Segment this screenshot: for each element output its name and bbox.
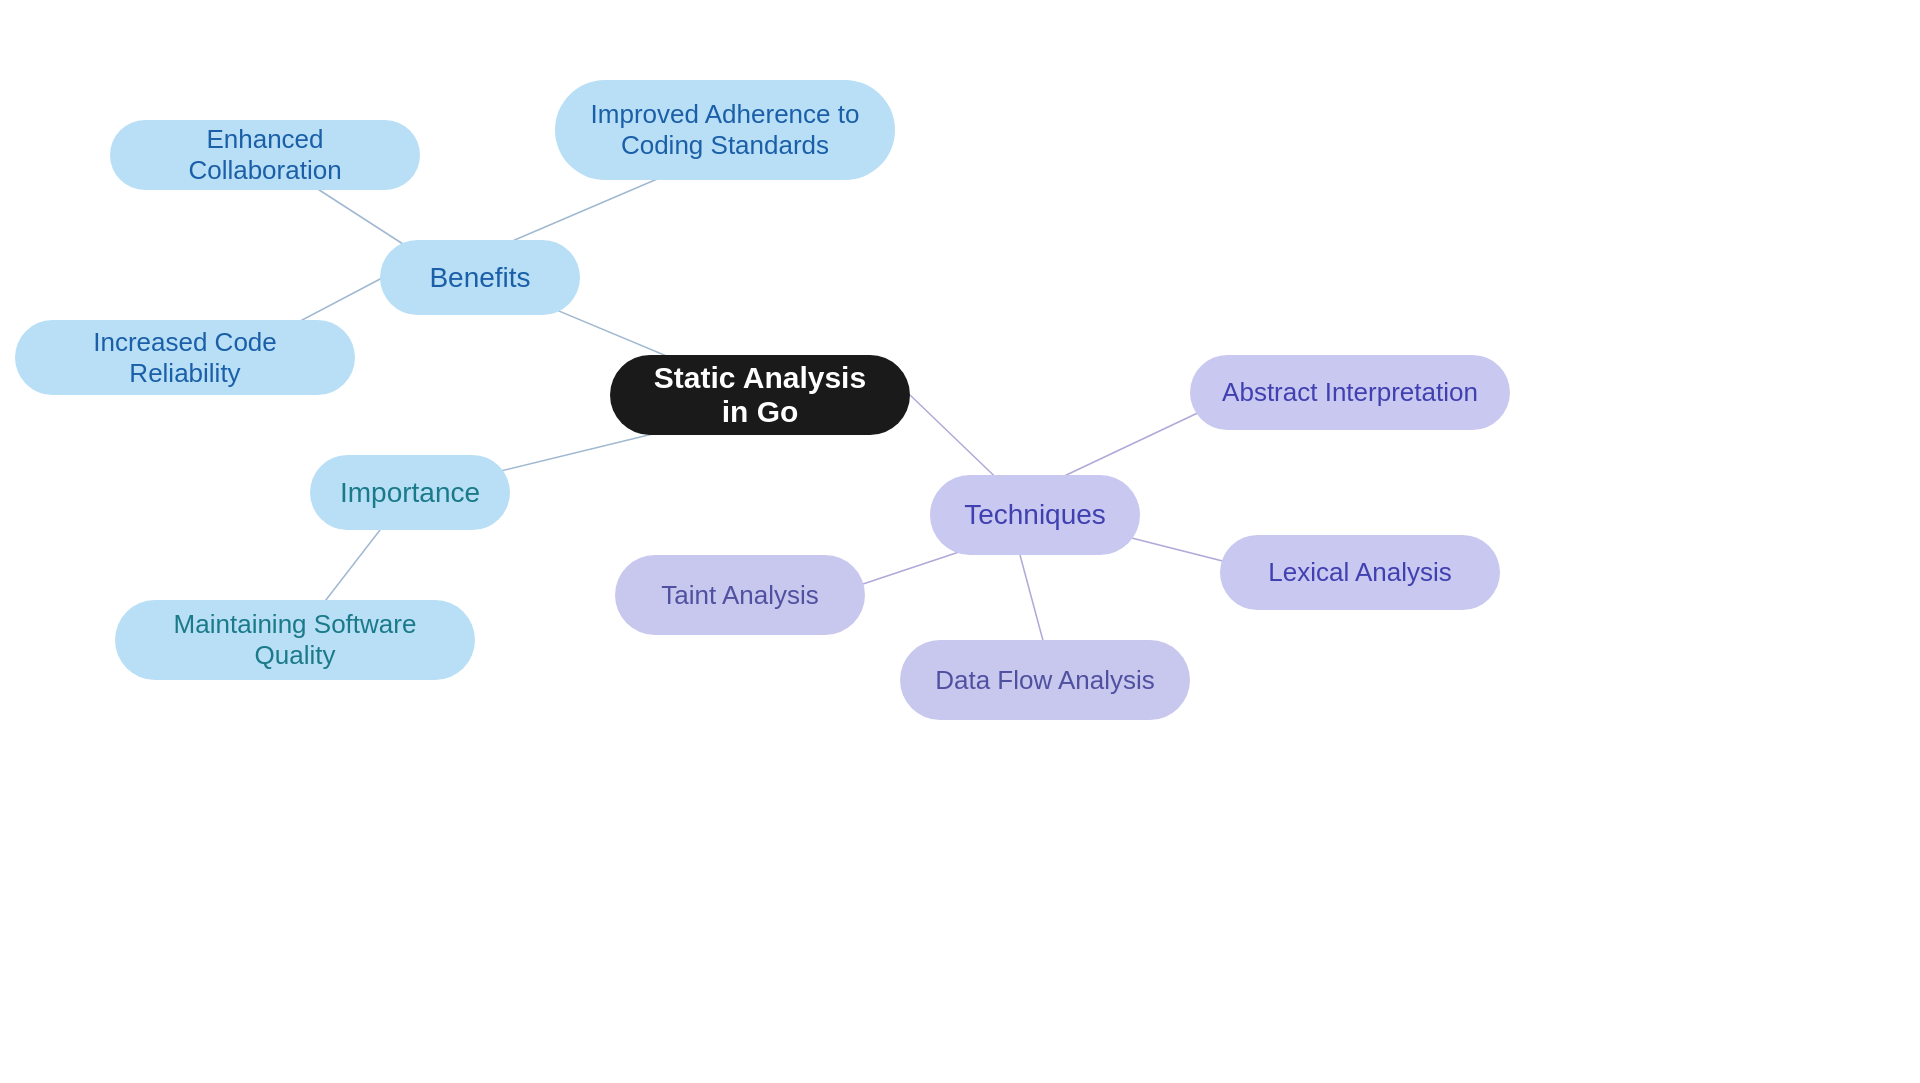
techniques-node: Techniques xyxy=(930,475,1140,555)
increased-reliability-node: Increased Code Reliability xyxy=(15,320,355,395)
center-node: Static Analysis in Go xyxy=(610,355,910,435)
improved-adherence-node: Improved Adherence to Coding Standards xyxy=(555,80,895,180)
taint-analysis-node: Taint Analysis xyxy=(615,555,865,635)
dataflow-analysis-node: Data Flow Analysis xyxy=(900,640,1190,720)
lexical-analysis-node: Lexical Analysis xyxy=(1220,535,1500,610)
svg-line-10 xyxy=(1020,555,1045,648)
importance-node: Importance xyxy=(310,455,510,530)
maintaining-quality-node: Maintaining Software Quality xyxy=(115,600,475,680)
enhanced-collaboration-node: Enhanced Collaboration xyxy=(110,120,420,190)
abstract-interpretation-node: Abstract Interpretation xyxy=(1190,355,1510,430)
benefits-node: Benefits xyxy=(380,240,580,315)
